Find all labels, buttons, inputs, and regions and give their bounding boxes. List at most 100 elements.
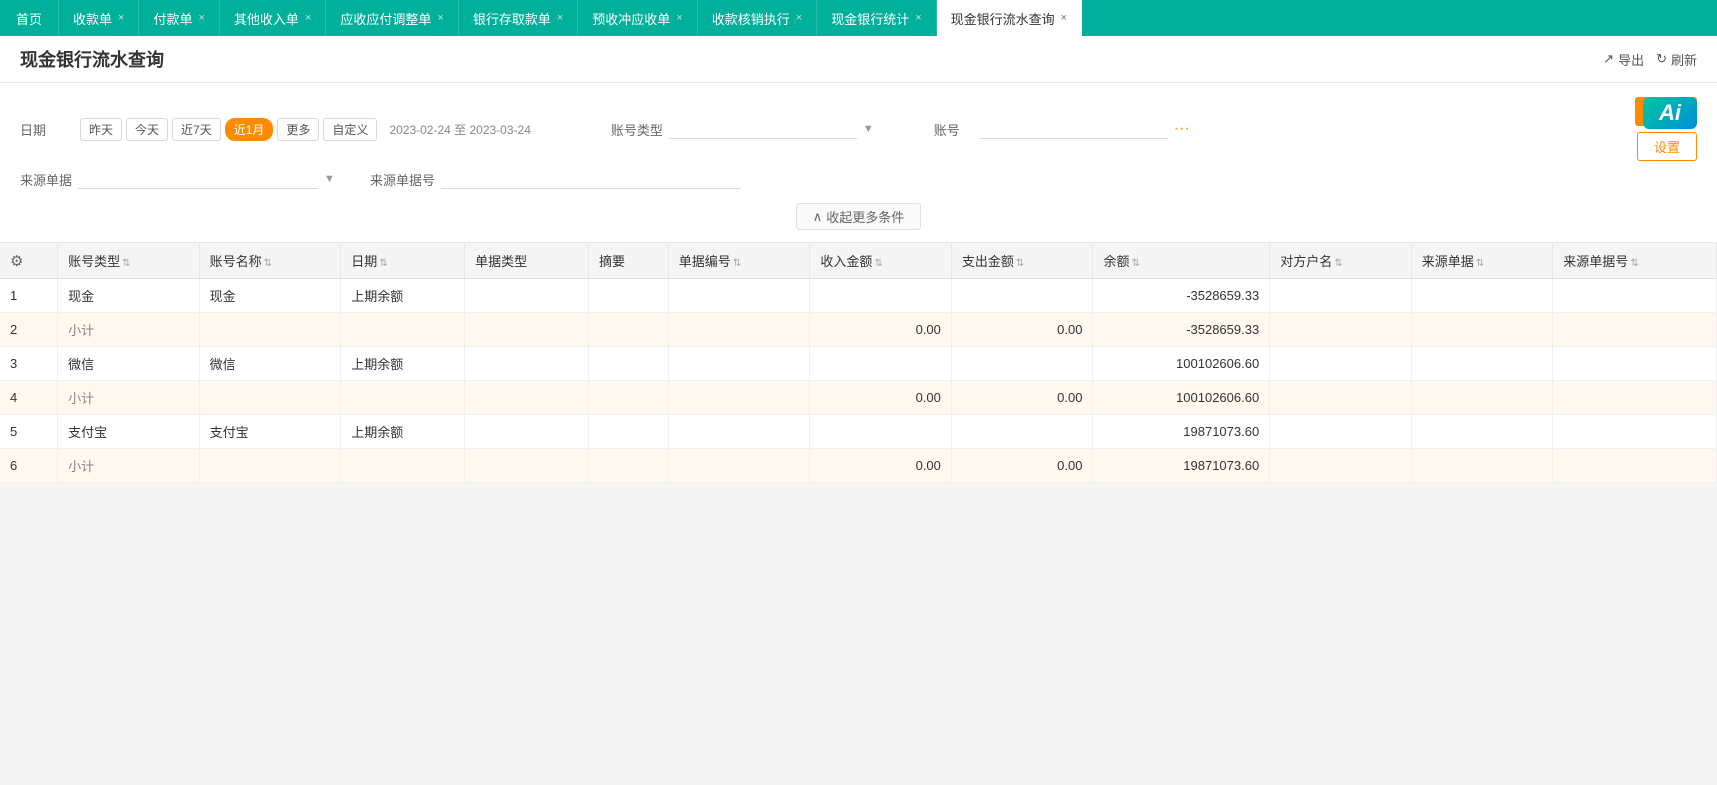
- nav-tab[interactable]: 银行存取款单×: [459, 0, 578, 36]
- cell-date: [341, 449, 465, 483]
- column-header-source_doc[interactable]: 来源单据⇅: [1411, 243, 1553, 279]
- export-icon: ↗: [1603, 51, 1614, 67]
- cell-income: 0.00: [810, 449, 952, 483]
- table-row: 1现金现金上期余额-3528659.33: [0, 279, 1717, 313]
- cell-account_name: [199, 381, 341, 415]
- nav-tab[interactable]: 现金银行统计 ×: [817, 0, 936, 36]
- collapse-button[interactable]: ∧ 收起更多条件: [796, 203, 922, 230]
- cell-account_type: 现金: [58, 279, 200, 313]
- refresh-button[interactable]: ↻ 刷新: [1656, 50, 1697, 69]
- cell-account_type: 小计: [58, 313, 200, 347]
- nav-tab[interactable]: 其他收入单×: [220, 0, 326, 36]
- column-header-balance[interactable]: 余额⇅: [1093, 243, 1270, 279]
- export-button[interactable]: ↗ 导出: [1603, 50, 1644, 69]
- column-header-account_type[interactable]: 账号类型⇅: [58, 243, 200, 279]
- account-type-input[interactable]: [669, 119, 857, 139]
- source-doc-input[interactable]: [78, 169, 318, 189]
- close-icon[interactable]: ×: [437, 12, 443, 24]
- close-icon[interactable]: ×: [915, 12, 921, 24]
- cell-doc_no: [668, 279, 810, 313]
- cell-source_doc: [1411, 381, 1553, 415]
- column-header-counter_party[interactable]: 对方户名⇅: [1270, 243, 1412, 279]
- column-header-doc_no[interactable]: 单据编号⇅: [668, 243, 810, 279]
- cell-account_name: 支付宝: [199, 415, 341, 449]
- source-doc-no-input[interactable]: [441, 169, 741, 189]
- cell-doc_type: [465, 449, 589, 483]
- nav-tab[interactable]: 收款核销执行×: [698, 0, 817, 36]
- cell-date: [341, 313, 465, 347]
- nav-tab[interactable]: 收款单×: [59, 0, 139, 36]
- sort-icon: ⇅: [264, 258, 272, 269]
- date-filter-button[interactable]: 今天: [126, 118, 168, 141]
- sort-icon: ⇅: [1131, 258, 1139, 269]
- cell-expense: [951, 279, 1093, 313]
- cell-source_doc_no: [1553, 313, 1717, 347]
- close-icon[interactable]: ×: [676, 12, 682, 24]
- cell-balance: 100102606.60: [1093, 381, 1270, 415]
- cell-expense: [951, 415, 1093, 449]
- date-filter-button[interactable]: 自定义: [323, 118, 377, 141]
- cell-income: [810, 279, 952, 313]
- nav-tab-label: 现金银行统计: [831, 9, 909, 28]
- cell-income: 0.00: [810, 313, 952, 347]
- ai-badge[interactable]: Ai: [1643, 97, 1697, 129]
- settings-button[interactable]: 设置: [1637, 132, 1697, 161]
- close-icon[interactable]: ×: [557, 12, 563, 24]
- cell-counter_party: [1270, 279, 1412, 313]
- cell-counter_party: [1270, 415, 1412, 449]
- account-input[interactable]: [980, 119, 1168, 139]
- close-icon[interactable]: ×: [198, 12, 204, 24]
- close-icon[interactable]: ×: [118, 12, 124, 24]
- filter-area: 日期 昨天今天近7天近1月更多自定义 2023-02-24 至 2023-03-…: [0, 83, 1717, 243]
- column-header-expense[interactable]: 支出金额⇅: [951, 243, 1093, 279]
- table-settings-gear[interactable]: ⚙: [10, 253, 23, 270]
- cell-doc_no: [668, 381, 810, 415]
- date-filter-button[interactable]: 更多: [277, 118, 319, 141]
- cell-account_type: 微信: [58, 347, 200, 381]
- sort-icon: ⇅: [874, 258, 882, 269]
- column-header-income[interactable]: 收入金额⇅: [810, 243, 952, 279]
- column-header-source_doc_no[interactable]: 来源单据号⇅: [1553, 243, 1717, 279]
- cell-counter_party: [1270, 381, 1412, 415]
- cell-no: 2: [0, 313, 58, 347]
- cell-counter_party: [1270, 347, 1412, 381]
- close-icon[interactable]: ×: [1061, 12, 1067, 24]
- cell-counter_party: [1270, 313, 1412, 347]
- nav-tab[interactable]: 现金银行流水查询×: [937, 0, 1082, 36]
- refresh-icon: ↻: [1656, 51, 1667, 67]
- collapse-icon: ∧: [813, 209, 823, 225]
- column-header-account_name[interactable]: 账号名称⇅: [199, 243, 341, 279]
- cell-source_doc: [1411, 313, 1553, 347]
- account-type-select[interactable]: ▼: [669, 119, 874, 139]
- sort-icon: ⇅: [1630, 258, 1638, 269]
- cell-expense: [951, 347, 1093, 381]
- nav-tab[interactable]: 应收应付调整单×: [326, 0, 458, 36]
- date-filter-button[interactable]: 昨天: [80, 118, 122, 141]
- date-range-controls: 昨天今天近7天近1月更多自定义 2023-02-24 至 2023-03-24: [80, 118, 531, 141]
- close-icon[interactable]: ×: [305, 12, 311, 24]
- account-filter: 账号 ···: [934, 119, 1190, 139]
- collapse-row: ∧ 收起更多条件: [20, 197, 1697, 232]
- cell-account_name: 微信: [199, 347, 341, 381]
- cell-balance: -3528659.33: [1093, 279, 1270, 313]
- cell-doc_type: [465, 347, 589, 381]
- cell-no: 3: [0, 347, 58, 381]
- column-header-date[interactable]: 日期⇅: [341, 243, 465, 279]
- cell-source_doc_no: [1553, 347, 1717, 381]
- account-label: 账号: [934, 120, 974, 139]
- nav-tab[interactable]: 付款单×: [139, 0, 219, 36]
- source-doc-row: 来源单据 ▼ 来源单据号: [20, 169, 1697, 189]
- cell-income: [810, 415, 952, 449]
- close-icon[interactable]: ×: [796, 12, 802, 24]
- date-filter-button[interactable]: 近1月: [225, 118, 274, 141]
- date-filter-button[interactable]: 近7天: [172, 118, 221, 141]
- cell-source_doc: [1411, 279, 1553, 313]
- cell-account_name: [199, 449, 341, 483]
- nav-home[interactable]: 首页: [0, 0, 59, 36]
- account-type-label: 账号类型: [611, 120, 663, 139]
- cell-doc_no: [668, 449, 810, 483]
- nav-tab[interactable]: 预收冲应收单×: [578, 0, 697, 36]
- cell-account_type: 支付宝: [58, 415, 200, 449]
- account-more-button[interactable]: ···: [1174, 120, 1190, 138]
- account-type-filter: 账号类型 ▼: [611, 119, 874, 139]
